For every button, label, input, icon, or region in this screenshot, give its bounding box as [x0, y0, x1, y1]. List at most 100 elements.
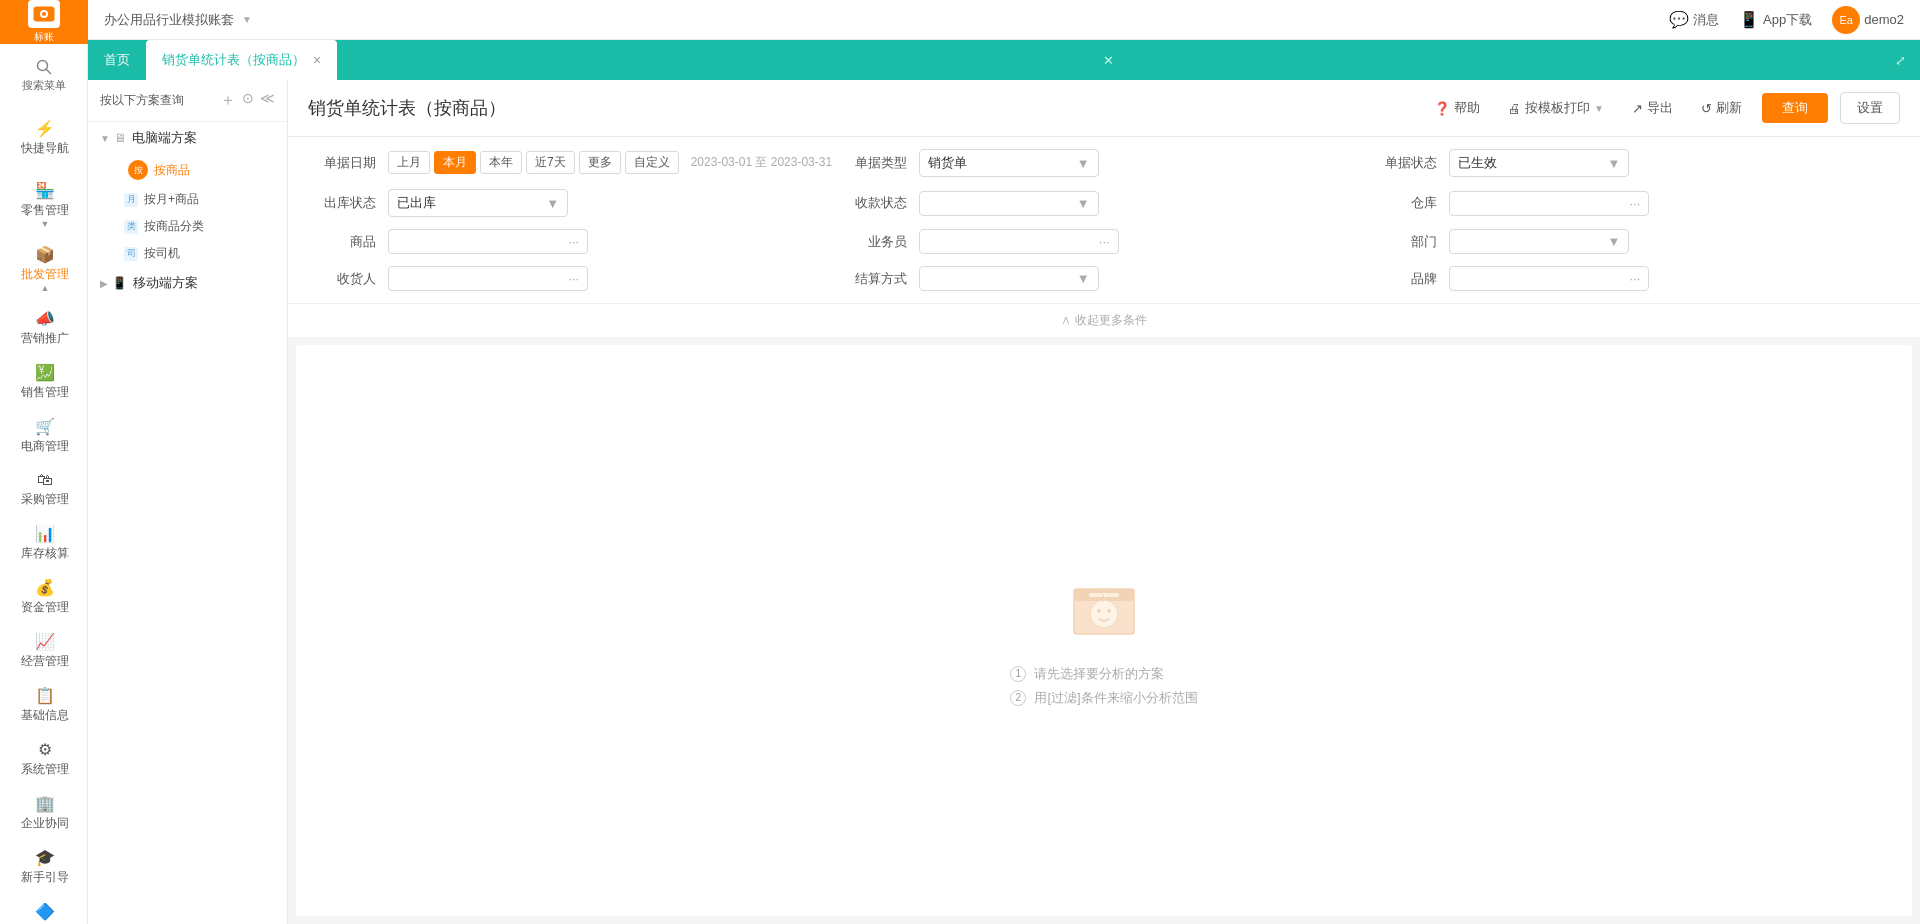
- doc-status-value: 已生效 ▼: [1449, 149, 1900, 177]
- filter-row-3: 商品 ··· 业务员 ··· 部门: [308, 229, 1900, 254]
- shortcut-custom[interactable]: 自定义: [625, 151, 679, 174]
- shortcut-more[interactable]: 更多: [579, 151, 621, 174]
- scheme-item-month-goods[interactable]: 月 按月+商品: [104, 186, 287, 213]
- sidebar-item-newuser[interactable]: 🎓 新手引导: [0, 840, 87, 894]
- message-icon: 💬: [1669, 10, 1689, 29]
- add-scheme-icon[interactable]: ＋: [220, 90, 236, 111]
- newuser-icon: 🎓: [35, 848, 55, 867]
- warehouse-filter-value: ···: [1449, 191, 1900, 216]
- help-btn[interactable]: ❓ 帮助: [1426, 95, 1488, 121]
- ecom-icon: 🛒: [35, 417, 55, 436]
- shortcut-last-month[interactable]: 上月: [388, 151, 430, 174]
- industry-dropdown-icon: ▼: [242, 14, 252, 25]
- shortcut-this-month[interactable]: 本月: [434, 151, 476, 174]
- department-filter-value: ▼: [1449, 229, 1900, 254]
- query-btn[interactable]: 查询: [1762, 93, 1828, 123]
- sidebar-item-sales[interactable]: 💹 销售管理: [0, 355, 87, 409]
- settings-scheme-icon[interactable]: ⊙: [242, 90, 254, 111]
- scheme-item-driver[interactable]: 司 按司机: [104, 240, 287, 267]
- desktop-scheme-header[interactable]: ▼ 🖥 电脑端方案: [88, 122, 287, 154]
- user-info[interactable]: Ea demo2: [1832, 6, 1904, 34]
- tip-1-num: 1: [1010, 666, 1026, 682]
- search-menu-btn[interactable]: 搜索菜单: [22, 54, 66, 97]
- goods-input[interactable]: ···: [388, 229, 588, 254]
- sidebar-quick-nav[interactable]: ⚡ 快捷导航: [0, 111, 87, 165]
- payment-select[interactable]: ▼: [919, 266, 1099, 291]
- month-goods-icon: 月: [124, 193, 138, 207]
- industry-label: 办公用品行业模拟账套: [104, 11, 234, 29]
- refresh-btn[interactable]: ↺ 刷新: [1693, 95, 1750, 121]
- sidebar-item-retail[interactable]: 🏪 零售管理 ▼: [0, 173, 87, 237]
- tab-close-btn[interactable]: ×: [313, 52, 321, 68]
- finance-label: 资金管理: [21, 599, 69, 616]
- salesperson-filter-label: 业务员: [839, 233, 919, 251]
- driver-label: 按司机: [144, 245, 180, 262]
- desktop-scheme-node: ▼ 🖥 电脑端方案 按 按商品 月 按月+商品 类 按商品分类: [88, 122, 287, 267]
- message-label: 消息: [1693, 11, 1719, 29]
- app-logo: 标账: [0, 0, 88, 44]
- receiver-filter-label: 收货人: [308, 270, 388, 288]
- sidebar-item-system[interactable]: ⚙ 系统管理: [0, 732, 87, 786]
- collapse-bar[interactable]: ∧ 收起更多条件: [288, 303, 1920, 337]
- refresh-icon: ↺: [1701, 101, 1712, 116]
- tab-bar: 首页 销货单统计表（按商品） × ✕ ⤢: [88, 40, 1920, 80]
- warehouse-input[interactable]: ···: [1449, 191, 1649, 216]
- receipt-status-select[interactable]: ▼: [919, 191, 1099, 216]
- out-status-select[interactable]: 已出库 ▼: [388, 189, 568, 217]
- goods-dots-icon[interactable]: ···: [568, 234, 579, 249]
- sidebar-item-finance[interactable]: 💰 资金管理: [0, 570, 87, 624]
- goods-active-icon: 按: [128, 160, 148, 180]
- shortcut-7days[interactable]: 近7天: [526, 151, 575, 174]
- warehouse-dots-icon[interactable]: ···: [1630, 196, 1641, 211]
- tab-active[interactable]: 销货单统计表（按商品） ×: [146, 40, 337, 80]
- sales-label: 销售管理: [21, 384, 69, 401]
- industry-selector[interactable]: 办公用品行业模拟账套 ▼: [104, 11, 252, 29]
- tab-home[interactable]: 首页: [88, 40, 146, 80]
- empty-state: ! 1 请先选择要分析的方案 2 用[过滤]条件来缩小分析范围: [296, 345, 1912, 916]
- refresh-label: 刷新: [1716, 99, 1742, 117]
- sidebar: 标账 搜索菜单 ⚡ 快捷导航 🏪 零售管理 ▼ 📦 批发管理 ▲ 📣 营销推广 …: [0, 0, 88, 924]
- message-btn[interactable]: 💬 消息: [1669, 10, 1719, 29]
- shortcut-this-year[interactable]: 本年: [480, 151, 522, 174]
- sidebar-item-apps[interactable]: 🔷 应用中心: [0, 894, 87, 924]
- settings-btn[interactable]: 设置: [1840, 92, 1900, 124]
- sidebar-item-marketing[interactable]: 📣 营销推广: [0, 301, 87, 355]
- sidebar-item-purchase[interactable]: 🛍 采购管理: [0, 463, 87, 516]
- app-download-label: App下载: [1763, 11, 1812, 29]
- salesperson-dots-icon[interactable]: ···: [1099, 234, 1110, 249]
- doc-status-select[interactable]: 已生效 ▼: [1449, 149, 1629, 177]
- marketing-icon: 📣: [35, 309, 55, 328]
- doc-type-arrow-icon: ▼: [1077, 156, 1090, 171]
- brand-dots-icon[interactable]: ···: [1630, 271, 1641, 286]
- print-btn[interactable]: 🖨 按模板打印 ▼: [1500, 95, 1612, 121]
- date-shortcuts: 上月 本月 本年 近7天 更多 自定义 2023-03-01 至 2023-03…: [388, 151, 832, 174]
- mobile-scheme-header[interactable]: ▶ 📱 移动端方案: [88, 267, 287, 299]
- sidebar-item-basic[interactable]: 📋 基础信息: [0, 678, 87, 732]
- department-select[interactable]: ▼: [1449, 229, 1629, 254]
- sidebar-item-stock[interactable]: 📊 库存核算: [0, 516, 87, 570]
- sidebar-item-enterprise[interactable]: 🏢 企业协同: [0, 786, 87, 840]
- svg-line-4: [46, 69, 51, 74]
- scheme-item-category[interactable]: 类 按商品分类: [104, 213, 287, 240]
- mobile-scheme-icon: 📱: [112, 276, 127, 290]
- quick-nav-label: 快捷导航: [21, 140, 69, 157]
- collapse-scheme-icon[interactable]: ≪: [260, 90, 275, 111]
- department-filter-label: 部门: [1369, 233, 1449, 251]
- sidebar-item-ecom[interactable]: 🛒 电商管理: [0, 409, 87, 463]
- receiver-input[interactable]: ···: [388, 266, 588, 291]
- salesperson-input[interactable]: ···: [919, 229, 1119, 254]
- window-maximize-btn[interactable]: ⤢: [1884, 40, 1916, 80]
- page-header: 销货单统计表（按商品） ❓ 帮助 🖨 按模板打印 ▼ ↗: [288, 80, 1920, 137]
- svg-point-2: [42, 12, 46, 16]
- receiver-dots-icon[interactable]: ···: [568, 271, 579, 286]
- sidebar-item-wholesale[interactable]: 📦 批发管理 ▲: [0, 237, 87, 301]
- export-btn[interactable]: ↗ 导出: [1624, 95, 1681, 121]
- stock-icon: 📊: [35, 524, 55, 543]
- doc-type-select[interactable]: 销货单 ▼: [919, 149, 1099, 177]
- brand-input[interactable]: ···: [1449, 266, 1649, 291]
- scheme-item-goods[interactable]: 按 按商品: [104, 154, 287, 186]
- app-download-btn[interactable]: 📱 App下载: [1739, 10, 1812, 29]
- finance-icon: 💰: [35, 578, 55, 597]
- sidebar-item-operation[interactable]: 📈 经营管理: [0, 624, 87, 678]
- window-close-btn[interactable]: ✕: [1093, 40, 1125, 80]
